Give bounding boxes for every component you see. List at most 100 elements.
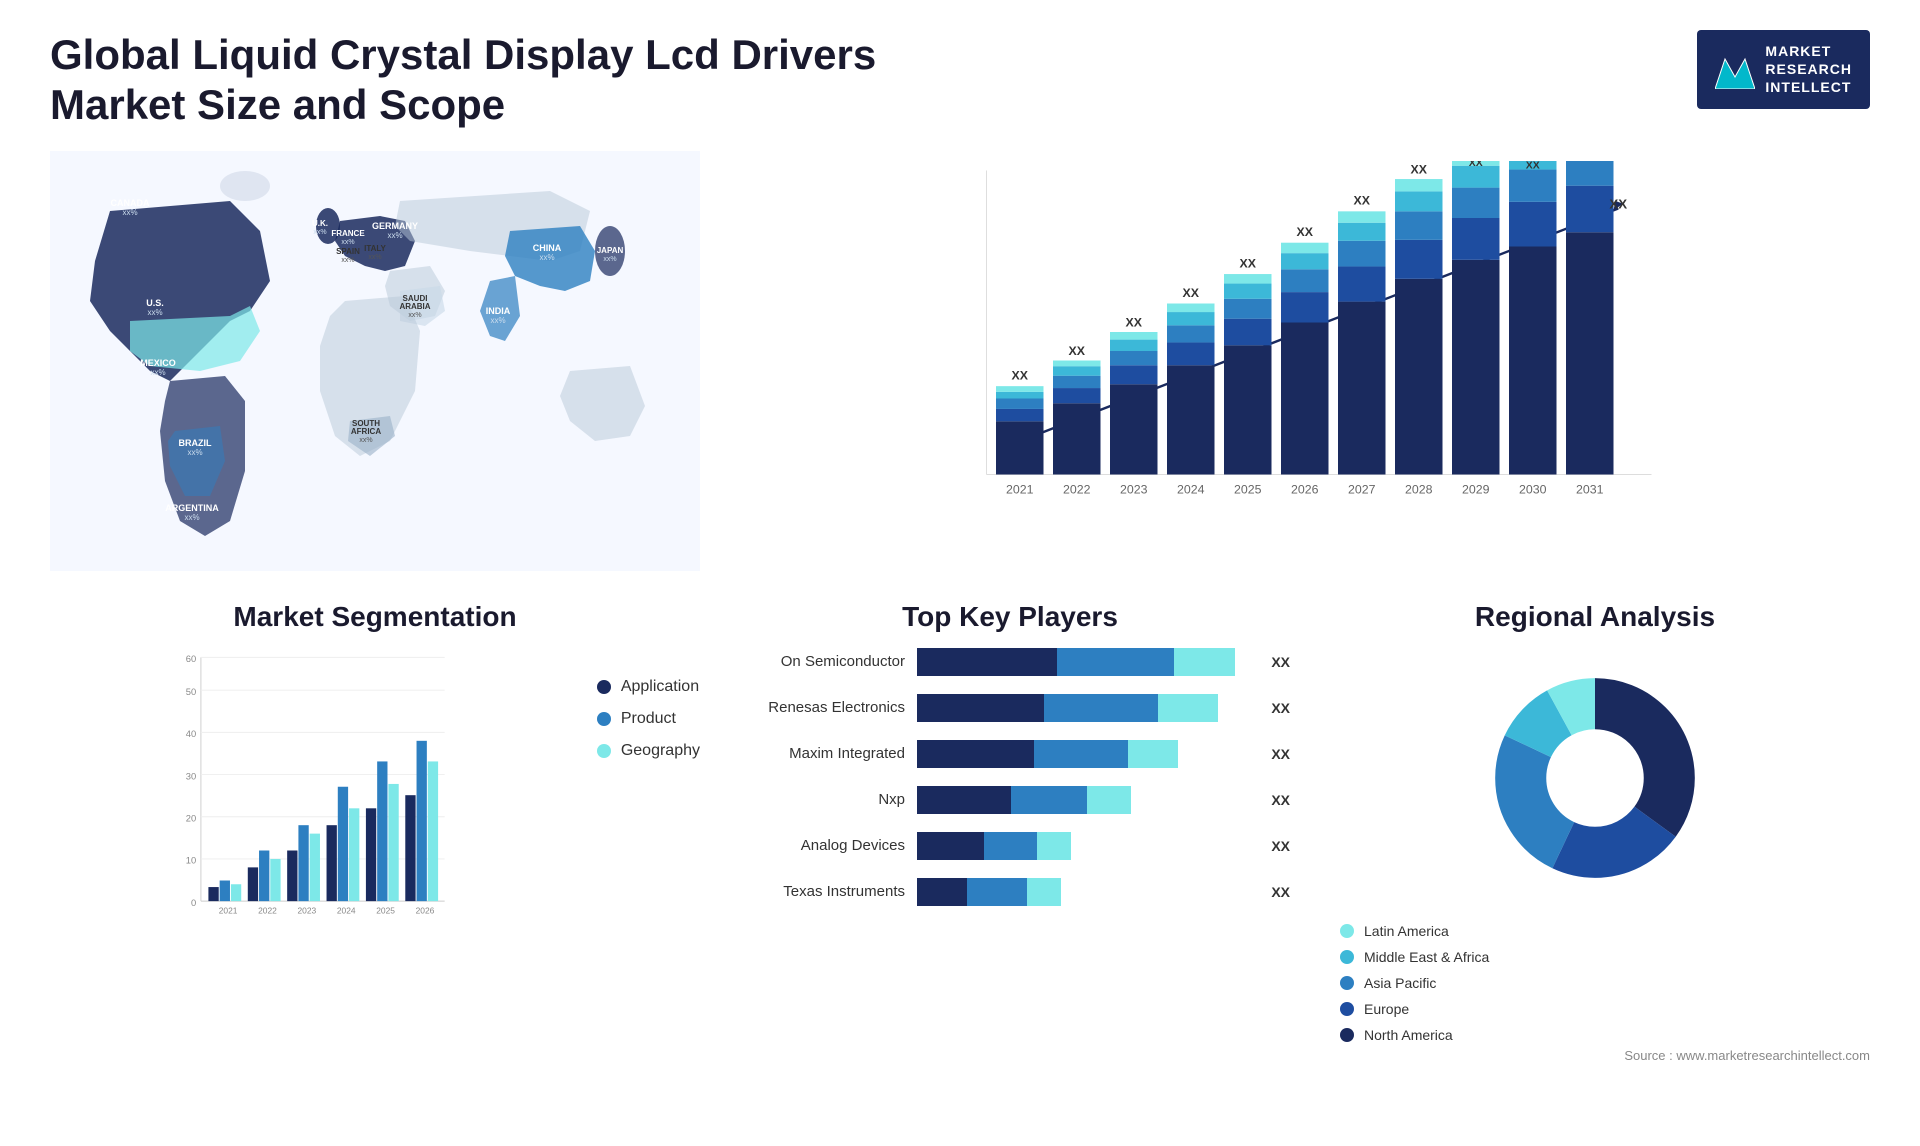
bar-seg-2-2 — [1128, 740, 1178, 768]
bar-seg-0-2 — [1174, 648, 1234, 676]
reg-dot-na — [1340, 1028, 1354, 1042]
bar-seg-3-1 — [1011, 786, 1088, 814]
svg-text:XX: XX — [1354, 193, 1371, 207]
svg-text:CHINA: CHINA — [533, 243, 562, 253]
svg-text:XX: XX — [1411, 162, 1428, 176]
svg-text:ARGENTINA: ARGENTINA — [165, 503, 219, 513]
svg-text:xx%: xx% — [122, 208, 137, 217]
logo-line1: MARKET — [1765, 42, 1852, 60]
player-name-0: On Semiconductor — [730, 653, 905, 670]
svg-text:SPAIN: SPAIN — [336, 247, 360, 256]
legend-label-product: Product — [621, 710, 676, 728]
key-players-section: Top Key Players On Semiconductor XX Rene… — [730, 601, 1290, 1031]
player-name-2: Maxim Integrated — [730, 745, 905, 762]
list-item: Texas Instruments XX — [730, 878, 1290, 906]
svg-text:INDIA: INDIA — [486, 306, 511, 316]
svg-text:60: 60 — [186, 654, 196, 664]
list-item: Maxim Integrated XX — [730, 740, 1290, 768]
svg-text:AFRICA: AFRICA — [351, 427, 381, 436]
reg-dot-mea — [1340, 950, 1354, 964]
player-value-2: XX — [1271, 746, 1290, 762]
svg-text:JAPAN: JAPAN — [597, 246, 624, 255]
svg-text:XX: XX — [1609, 196, 1627, 211]
bar-seg-1-1 — [1044, 694, 1158, 722]
reg-label-latin: Latin America — [1364, 923, 1449, 939]
bar-seg-1-2 — [1158, 694, 1218, 722]
logo-line2: RESEARCH — [1765, 60, 1852, 78]
player-value-0: XX — [1271, 654, 1290, 670]
svg-text:XX: XX — [1469, 161, 1483, 169]
svg-text:10: 10 — [186, 855, 196, 865]
world-map-section: CANADA xx% U.S. xx% MEXICO xx% U.K. xx% … — [50, 151, 700, 581]
regional-legend: Latin America Middle East & Africa Asia … — [1320, 923, 1489, 1043]
svg-text:xx%: xx% — [539, 253, 554, 262]
bar-seg-4-1 — [984, 832, 1037, 860]
seg-legend: Application Product Geography — [597, 648, 700, 760]
legend-geography: Geography — [597, 742, 700, 760]
svg-text:2021: 2021 — [1006, 482, 1034, 496]
svg-text:ITALY: ITALY — [364, 244, 386, 253]
bar-seg-3-0 — [917, 786, 1011, 814]
svg-text:2027: 2027 — [1348, 482, 1376, 496]
player-value-1: XX — [1271, 700, 1290, 716]
svg-text:BRAZIL: BRAZIL — [179, 438, 212, 448]
page-title: Global Liquid Crystal Display Lcd Driver… — [50, 30, 950, 131]
svg-text:XX: XX — [1240, 256, 1257, 270]
svg-text:xx%: xx% — [184, 513, 199, 522]
bar-seg-3-2 — [1087, 786, 1130, 814]
svg-text:0: 0 — [191, 898, 196, 908]
svg-text:xx%: xx% — [341, 257, 354, 264]
svg-text:xx%: xx% — [313, 229, 326, 236]
player-name-5: Texas Instruments — [730, 883, 905, 900]
list-item: Analog Devices XX — [730, 832, 1290, 860]
source-text: Source : www.marketresearchintellect.com — [1320, 1048, 1870, 1063]
svg-text:xx%: xx% — [341, 239, 354, 246]
svg-text:2031: 2031 — [1576, 482, 1604, 496]
legend-label-geography: Geography — [621, 742, 700, 760]
reg-dot-latin — [1340, 924, 1354, 938]
logo-area: MARKET RESEARCH INTELLECT — [1697, 30, 1870, 109]
svg-text:2026: 2026 — [416, 905, 435, 915]
reg-label-europe: Europe — [1364, 1001, 1409, 1017]
key-players-title: Top Key Players — [730, 601, 1290, 633]
player-bar-0 — [917, 648, 1251, 676]
page-container: Global Liquid Crystal Display Lcd Driver… — [0, 0, 1920, 1146]
bar-seg-5-1 — [967, 878, 1027, 906]
players-container: On Semiconductor XX Renesas Electronics — [730, 648, 1290, 906]
svg-text:ARABIA: ARABIA — [399, 302, 430, 311]
reg-label-mea: Middle East & Africa — [1364, 949, 1489, 965]
svg-text:xx%: xx% — [490, 316, 505, 325]
player-bar-3 — [917, 786, 1251, 814]
donut-chart-svg — [1465, 648, 1725, 908]
bar-seg-0-1 — [1057, 648, 1174, 676]
legend-dot-application — [597, 680, 611, 694]
player-name-4: Analog Devices — [730, 837, 905, 854]
world-map-svg: CANADA xx% U.S. xx% MEXICO xx% U.K. xx% … — [50, 151, 700, 571]
player-bar-2 — [917, 740, 1251, 768]
list-item: On Semiconductor XX — [730, 648, 1290, 676]
regional-container: Latin America Middle East & Africa Asia … — [1320, 648, 1870, 1043]
legend-application: Application — [597, 678, 700, 696]
reg-dot-apac — [1340, 976, 1354, 990]
segmentation-section: Market Segmentation — [50, 601, 700, 1031]
main-grid: CANADA xx% U.S. xx% MEXICO xx% U.K. xx% … — [50, 151, 1870, 1031]
svg-text:2028: 2028 — [1405, 482, 1433, 496]
svg-text:2026: 2026 — [1291, 482, 1319, 496]
svg-text:xx%: xx% — [408, 312, 421, 319]
svg-text:XX: XX — [1012, 368, 1029, 382]
reg-legend-na: North America — [1340, 1027, 1489, 1043]
seg-chart: 0 10 20 30 40 50 60 2021 — [50, 648, 577, 953]
bar-seg-4-2 — [1037, 832, 1070, 860]
svg-text:XX: XX — [1297, 225, 1314, 239]
svg-text:FRANCE: FRANCE — [331, 229, 365, 238]
svg-text:30: 30 — [186, 771, 196, 781]
svg-text:2025: 2025 — [1234, 482, 1262, 496]
svg-text:2024: 2024 — [337, 905, 356, 915]
header: Global Liquid Crystal Display Lcd Driver… — [50, 30, 1870, 131]
regional-section: Regional Analysis — [1320, 601, 1870, 1031]
svg-text:XX: XX — [1126, 315, 1143, 329]
legend-dot-product — [597, 712, 611, 726]
svg-text:xx%: xx% — [150, 368, 165, 377]
map-container: CANADA xx% U.S. xx% MEXICO xx% U.K. xx% … — [50, 151, 700, 571]
svg-text:2022: 2022 — [258, 905, 277, 915]
